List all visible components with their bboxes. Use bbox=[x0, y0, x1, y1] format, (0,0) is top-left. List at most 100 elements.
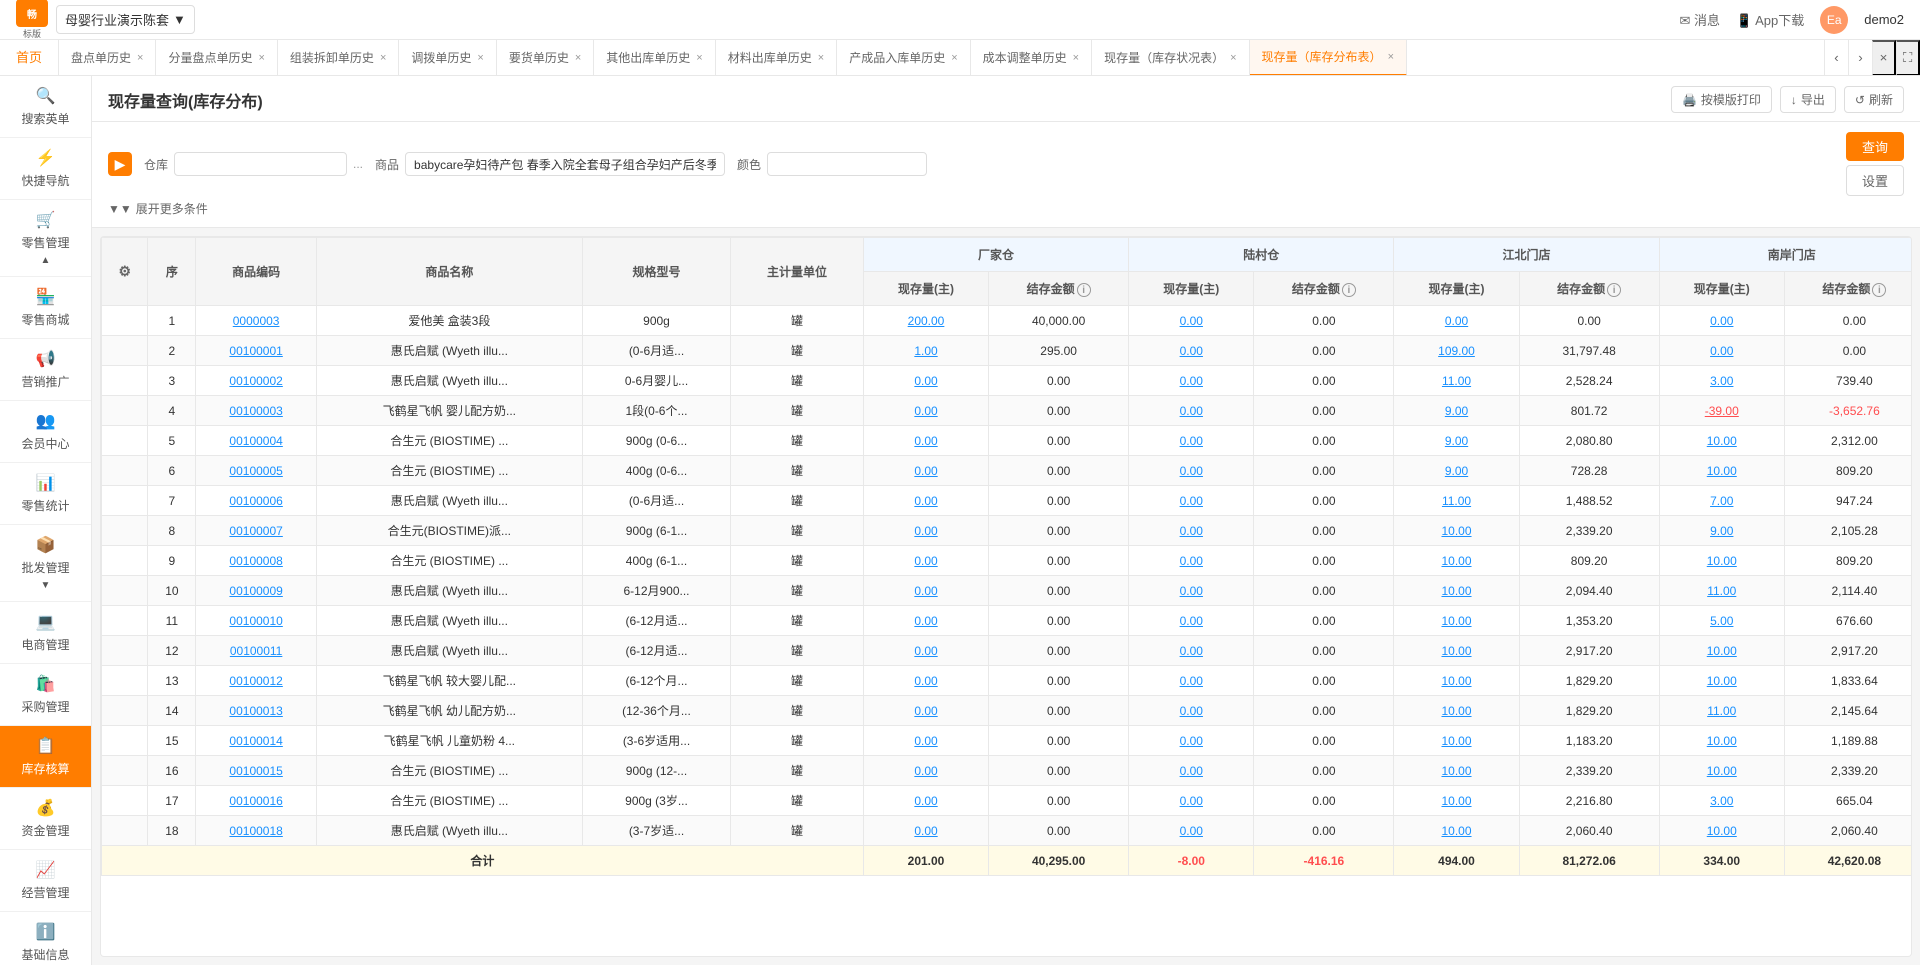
table-cell[interactable]: 0.00 bbox=[863, 546, 988, 576]
sidebar-item-finance[interactable]: 💰 资金管理 bbox=[0, 788, 91, 850]
table-cell[interactable]: 0.00 bbox=[1394, 306, 1519, 336]
settings-icon[interactable]: ⚙ bbox=[118, 263, 131, 279]
table-cell[interactable]: 10.00 bbox=[1394, 726, 1519, 756]
table-cell[interactable]: 10.00 bbox=[1659, 456, 1784, 486]
setting-button[interactable]: 设置 bbox=[1846, 165, 1904, 196]
close-icon[interactable]: × bbox=[1388, 40, 1394, 75]
table-cell[interactable]: 0.00 bbox=[1129, 576, 1254, 606]
tab-cpck[interactable]: 产成品入库单历史× bbox=[837, 40, 970, 76]
table-cell[interactable]: 0.00 bbox=[1129, 426, 1254, 456]
query-button[interactable]: 查询 bbox=[1846, 132, 1904, 161]
table-cell[interactable]: 11.00 bbox=[1394, 486, 1519, 516]
tab-fldh[interactable]: 分量盘点单历史× bbox=[156, 40, 277, 76]
expand-more-btn[interactable]: ▼▼ 展开更多条件 bbox=[108, 200, 1904, 217]
table-cell[interactable]: 0.00 bbox=[863, 696, 988, 726]
table-cell[interactable]: 10.00 bbox=[1394, 516, 1519, 546]
nav-next-btn[interactable]: › bbox=[1848, 40, 1872, 76]
nav-close-all-btn[interactable]: × bbox=[1872, 40, 1896, 76]
tab-db[interactable]: 调拨单历史× bbox=[399, 40, 496, 76]
table-cell[interactable]: 00100005 bbox=[196, 456, 317, 486]
sidebar-item-mall[interactable]: 🏪 零售商城 bbox=[0, 277, 91, 339]
table-cell[interactable]: 1.00 bbox=[863, 336, 988, 366]
tab-xcl-fb[interactable]: 现存量（库存分布表）× bbox=[1250, 40, 1407, 76]
table-cell[interactable]: 10.00 bbox=[1659, 426, 1784, 456]
table-cell[interactable]: 10.00 bbox=[1659, 816, 1784, 846]
table-cell[interactable]: 00100016 bbox=[196, 786, 317, 816]
sidebar-item-basic-info[interactable]: ℹ️ 基础信息 bbox=[0, 912, 91, 965]
table-cell[interactable]: 0.00 bbox=[863, 606, 988, 636]
sidebar-item-operations[interactable]: 📈 经营管理 bbox=[0, 850, 91, 912]
tab-pddh[interactable]: 盘点单历史× bbox=[59, 40, 156, 76]
table-cell[interactable]: 0.00 bbox=[1129, 636, 1254, 666]
tab-xcl-zk[interactable]: 现存量（库存状况表）× bbox=[1092, 40, 1249, 76]
table-cell[interactable]: 0.00 bbox=[1129, 366, 1254, 396]
message-btn[interactable]: ✉ 消息 bbox=[1679, 10, 1720, 29]
sidebar-item-ecommerce[interactable]: 💻 电商管理 bbox=[0, 602, 91, 664]
table-cell[interactable]: 10.00 bbox=[1659, 756, 1784, 786]
table-cell[interactable]: 0.00 bbox=[1129, 306, 1254, 336]
table-cell[interactable]: 10.00 bbox=[1659, 546, 1784, 576]
table-cell[interactable]: 11.00 bbox=[1394, 366, 1519, 396]
table-cell[interactable]: 0.00 bbox=[863, 396, 988, 426]
table-cell[interactable]: 0.00 bbox=[863, 636, 988, 666]
table-cell[interactable]: 10.00 bbox=[1394, 546, 1519, 576]
table-cell[interactable]: 9.00 bbox=[1394, 396, 1519, 426]
table-cell[interactable]: 0.00 bbox=[863, 666, 988, 696]
sidebar-item-search[interactable]: 🔍 搜索英单 bbox=[0, 76, 91, 138]
close-icon[interactable]: × bbox=[380, 40, 386, 76]
filter-toggle-btn[interactable]: ▶ bbox=[108, 152, 132, 176]
tab-qtck[interactable]: 其他出库单历史× bbox=[594, 40, 715, 76]
table-cell[interactable]: 0.00 bbox=[863, 816, 988, 846]
table-cell[interactable]: -39.00 bbox=[1659, 396, 1784, 426]
table-cell[interactable]: 00100004 bbox=[196, 426, 317, 456]
refresh-button[interactable]: ↺ 刷新 bbox=[1844, 86, 1904, 113]
info-icon[interactable]: i bbox=[1607, 283, 1621, 297]
table-cell[interactable]: 10.00 bbox=[1394, 606, 1519, 636]
close-icon[interactable]: × bbox=[1230, 40, 1236, 76]
table-cell[interactable]: 10.00 bbox=[1394, 696, 1519, 726]
table-cell[interactable]: 10.00 bbox=[1394, 576, 1519, 606]
close-icon[interactable]: × bbox=[951, 40, 957, 76]
table-cell[interactable]: 0.00 bbox=[1129, 606, 1254, 636]
sidebar-item-marketing[interactable]: 📢 营销推广 bbox=[0, 339, 91, 401]
table-cell[interactable]: 0.00 bbox=[863, 456, 988, 486]
table-cell[interactable]: 0.00 bbox=[1129, 696, 1254, 726]
tab-clck[interactable]: 材料出库单历史× bbox=[716, 40, 837, 76]
table-cell[interactable]: 0.00 bbox=[863, 366, 988, 396]
table-cell[interactable]: 00100015 bbox=[196, 756, 317, 786]
table-cell[interactable]: 11.00 bbox=[1659, 576, 1784, 606]
table-cell[interactable]: 0.00 bbox=[1129, 456, 1254, 486]
table-cell[interactable]: 00100013 bbox=[196, 696, 317, 726]
close-icon[interactable]: × bbox=[818, 40, 824, 76]
tab-yh[interactable]: 要货单历史× bbox=[497, 40, 594, 76]
nav-home[interactable]: 首页 bbox=[0, 40, 59, 76]
table-cell[interactable]: 11.00 bbox=[1659, 696, 1784, 726]
table-cell[interactable]: 0.00 bbox=[1129, 816, 1254, 846]
table-cell[interactable]: 10.00 bbox=[1394, 816, 1519, 846]
table-cell[interactable]: 0.00 bbox=[863, 726, 988, 756]
info-icon[interactable]: i bbox=[1872, 283, 1886, 297]
table-cell[interactable]: 00100012 bbox=[196, 666, 317, 696]
close-icon[interactable]: × bbox=[1073, 40, 1079, 76]
table-cell[interactable]: 0.00 bbox=[863, 426, 988, 456]
table-cell[interactable]: 0.00 bbox=[863, 516, 988, 546]
table-cell[interactable]: 10.00 bbox=[1659, 636, 1784, 666]
close-icon[interactable]: × bbox=[477, 40, 483, 76]
close-icon[interactable]: × bbox=[575, 40, 581, 76]
nav-prev-btn[interactable]: ‹ bbox=[1824, 40, 1848, 76]
table-cell[interactable]: 00100002 bbox=[196, 366, 317, 396]
table-cell[interactable]: 0.00 bbox=[1129, 726, 1254, 756]
table-cell[interactable]: 0.00 bbox=[863, 786, 988, 816]
table-cell[interactable]: 200.00 bbox=[863, 306, 988, 336]
table-cell[interactable]: 00100006 bbox=[196, 486, 317, 516]
sidebar-item-inventory[interactable]: 📋 库存核算 bbox=[0, 726, 91, 788]
table-cell[interactable]: 10.00 bbox=[1394, 666, 1519, 696]
table-cell[interactable]: 10.00 bbox=[1659, 666, 1784, 696]
table-cell[interactable]: 00100014 bbox=[196, 726, 317, 756]
table-cell[interactable]: 00100008 bbox=[196, 546, 317, 576]
table-cell[interactable]: 7.00 bbox=[1659, 486, 1784, 516]
table-cell[interactable]: 5.00 bbox=[1659, 606, 1784, 636]
sidebar-item-quicknav[interactable]: ⚡ 快捷导航 bbox=[0, 138, 91, 200]
table-cell[interactable]: 10.00 bbox=[1394, 756, 1519, 786]
tab-zzcc[interactable]: 组装拆卸单历史× bbox=[278, 40, 399, 76]
